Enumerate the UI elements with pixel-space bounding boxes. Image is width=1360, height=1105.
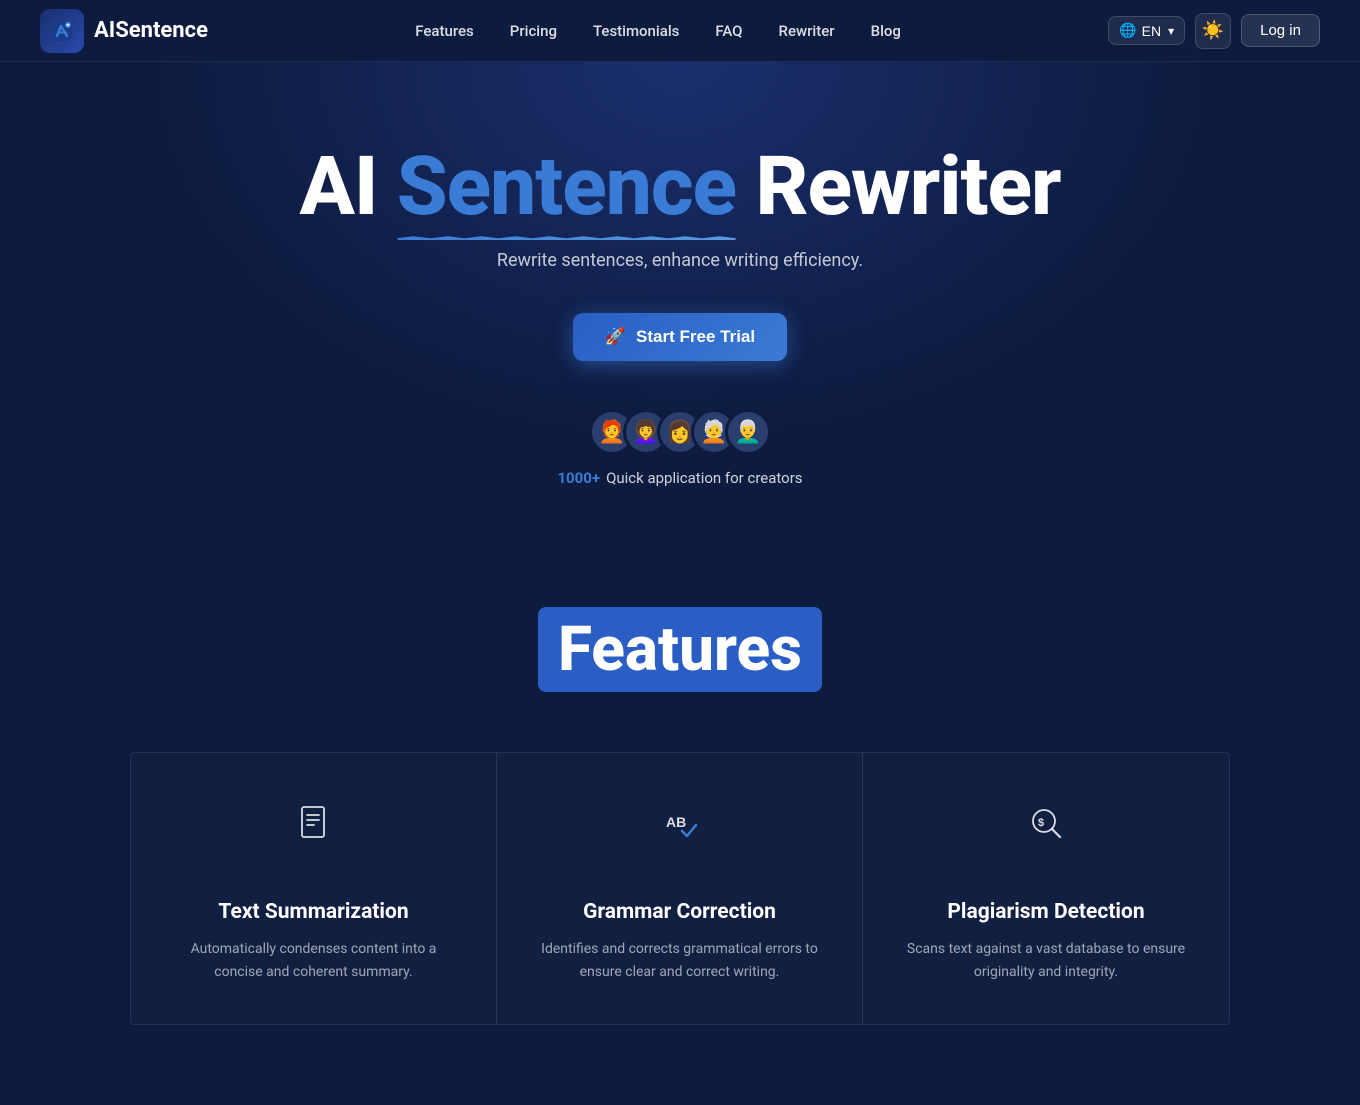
- sun-icon: ☀️: [1202, 20, 1224, 41]
- document-icon: [294, 803, 334, 876]
- count-number: 1000+: [557, 469, 600, 487]
- feature-desc-3: Scans text against a vast database to en…: [899, 938, 1193, 984]
- nav-faq[interactable]: FAQ: [715, 22, 742, 40]
- feature-card-grammar: AB Grammar Correction Identifies and cor…: [497, 753, 863, 1024]
- avatar-group: 🧑‍🦰 👩‍🦱 👩 🧑‍🦳 👨‍🦳: [589, 409, 771, 455]
- hero-title: AI Sentence Rewriter: [299, 142, 1060, 232]
- count-label: Quick application for creators: [606, 469, 802, 487]
- cta-label: Start Free Trial: [636, 327, 755, 347]
- title-part1: AI: [299, 139, 377, 235]
- nav-blog[interactable]: Blog: [871, 22, 901, 40]
- navbar: AISentence Features Pricing Testimonials…: [0, 0, 1360, 62]
- title-part2: Sentence: [397, 142, 736, 232]
- user-count: 1000+ Quick application for creators: [557, 469, 802, 487]
- title-part3: Rewriter: [755, 139, 1060, 235]
- hero-subtitle: Rewrite sentences, enhance writing effic…: [497, 250, 863, 271]
- svg-text:$: $: [1038, 817, 1044, 829]
- features-title-highlighted: Features: [558, 613, 802, 686]
- feature-card-summarization: Text Summarization Automatically condens…: [131, 753, 497, 1024]
- feature-desc-2: Identifies and corrects grammatical erro…: [533, 938, 826, 984]
- language-selector[interactable]: 🌐 EN ▾: [1108, 16, 1185, 45]
- brand-name: AISentence: [94, 18, 208, 43]
- svg-text:AB: AB: [666, 814, 686, 830]
- feature-desc-1: Automatically condenses content into a c…: [167, 938, 460, 984]
- chevron-down-icon: ▾: [1168, 24, 1174, 38]
- features-section: Features Text Summarization Automaticall…: [0, 547, 1360, 1105]
- features-heading-wrap: Features: [40, 607, 1320, 692]
- features-grid: Text Summarization Automatically condens…: [130, 752, 1230, 1025]
- rocket-icon: 🚀: [605, 327, 626, 347]
- nav-features[interactable]: Features: [415, 22, 473, 40]
- nav-right: 🌐 EN ▾ ☀️ Log in: [1108, 13, 1320, 49]
- lang-label: EN: [1142, 23, 1161, 39]
- nav-rewriter[interactable]: Rewriter: [779, 22, 835, 40]
- nav-links: Features Pricing Testimonials FAQ Rewrit…: [415, 21, 901, 40]
- hero-section: AI Sentence Rewriter Rewrite sentences, …: [0, 62, 1360, 547]
- feature-title-3: Plagiarism Detection: [947, 900, 1144, 924]
- theme-toggle[interactable]: ☀️: [1195, 13, 1231, 49]
- grammar-icon: AB: [660, 803, 700, 876]
- feature-title-2: Grammar Correction: [583, 900, 776, 924]
- plagiarism-icon: $: [1026, 803, 1066, 876]
- start-trial-button[interactable]: 🚀 Start Free Trial: [573, 313, 787, 361]
- logo-link[interactable]: AISentence: [40, 9, 208, 53]
- globe-icon: 🌐: [1119, 22, 1136, 39]
- login-button[interactable]: Log in: [1241, 14, 1320, 47]
- avatar-5: 👨‍🦳: [725, 409, 771, 455]
- feature-card-plagiarism: $ Plagiarism Detection Scans text agains…: [863, 753, 1229, 1024]
- nav-testimonials[interactable]: Testimonials: [593, 22, 679, 40]
- logo-icon: [40, 9, 84, 53]
- features-heading: Features: [538, 607, 822, 692]
- feature-title-1: Text Summarization: [218, 900, 408, 924]
- nav-pricing[interactable]: Pricing: [510, 22, 557, 40]
